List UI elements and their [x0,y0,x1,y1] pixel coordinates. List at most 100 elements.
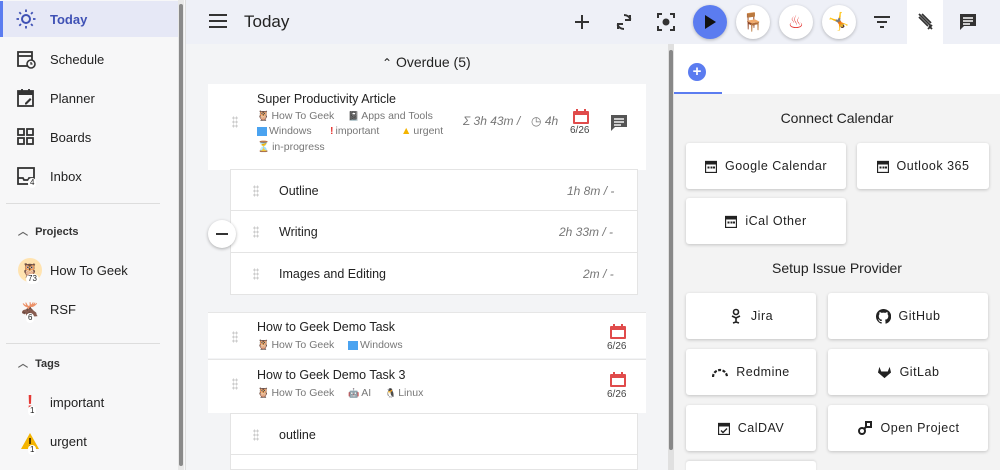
open-project-button[interactable]: Open Project [828,405,988,451]
sidebar-item-inbox[interactable]: 4 Inbox [0,158,178,194]
task-title[interactable]: How to Geek Demo Task 3 [257,368,405,382]
tag-chip[interactable]: ! important [330,125,379,137]
time-estimate[interactable]: ◷ 4h [531,114,558,128]
play-button[interactable] [693,5,727,39]
tag-chip[interactable]: 🦉 How To Geek [257,387,334,399]
overdue-toggle[interactable]: ⌃ Overdue (5) [382,54,471,70]
subtask-title[interactable]: Images and Editing [279,267,386,281]
tab-add-provider[interactable]: + [674,44,722,94]
subtask-time[interactable]: 2m / - [583,267,614,281]
exercise-button[interactable]: 🤸 [822,5,856,39]
scrollbar-thumb[interactable] [179,4,183,466]
drag-handle[interactable] [253,429,259,441]
issue-panel-button[interactable] [907,0,943,44]
button-label: iCal Other [745,214,807,228]
inbox-badge: 4 [28,178,37,188]
subtask-row[interactable]: outline [230,413,638,455]
time-spent[interactable]: Σ 3h 43m / [463,114,520,128]
break-chair-button[interactable]: 🪑 [736,5,770,39]
divider [6,203,160,204]
outlook-365-button[interactable]: Outlook 365 [857,143,989,189]
sync-button[interactable] [608,6,640,38]
task-card[interactable]: How to Geek Demo Task 3 🦉 How To Geek 🤖 AI… [208,359,646,413]
subtask-title[interactable]: Writing [279,225,318,239]
subtask-time[interactable]: 2h 33m / - [559,225,613,239]
add-task-button[interactable] [566,6,598,38]
calendar-due-icon[interactable] [609,324,627,340]
google-calendar-button[interactable]: Google Calendar [686,143,846,189]
notes-button[interactable] [952,6,984,38]
chair-icon: 🪑 [741,11,765,32]
github-button[interactable]: GitHub [828,293,988,339]
task-card[interactable]: How to Geek Demo Task 🦉 How To Geek Windo… [208,312,646,358]
drag-handle[interactable] [253,226,259,238]
sidebar-item-project-how-to-geek[interactable]: 🦉 73 How To Geek [0,252,178,288]
sidebar-item-tag-important[interactable]: ! 1 important [0,384,178,420]
tag-chip[interactable]: Windows [348,339,403,351]
hot-spring-button[interactable]: ♨ [779,5,813,39]
task-title[interactable]: Super Productivity Article [257,92,396,106]
sidebar-item-project-rsf[interactable]: 🫎 6 RSF [0,291,178,327]
projects-section-toggle[interactable]: ︿ Projects [18,223,78,238]
subtask-row[interactable]: Writing 2h 33m / - [230,211,638,253]
boards-icon [17,128,34,145]
subtask-row[interactable]: Outline 1h 8m / - [230,169,638,211]
chevron-up-icon: ︿ [18,227,28,238]
tag-chip[interactable]: 🦉 How To Geek [257,339,334,351]
subtask-title[interactable]: outline [279,428,316,442]
menu-icon[interactable] [208,12,228,30]
project-label: RSF [50,302,76,317]
more-provider-button[interactable] [686,461,816,470]
connect-calendar-heading: Connect Calendar [780,110,894,126]
planner-icon [17,89,34,107]
tag-label: urgent [50,434,87,449]
filter-button[interactable] [866,6,898,38]
collapse-subtasks-button[interactable] [208,220,236,248]
sidebar-item-today[interactable]: Today [0,1,178,37]
focus-icon [657,13,675,31]
task-title[interactable]: How to Geek Demo Task [257,320,395,334]
sidebar-item-label: Inbox [50,169,82,184]
tag-chip[interactable]: ▲ urgent [401,125,443,137]
drag-handle[interactable] [232,116,238,128]
tag-chip[interactable]: Windows [257,125,312,137]
sidebar-item-schedule[interactable]: Schedule [0,41,178,77]
button-label: Redmine [736,365,790,379]
ical-other-button[interactable]: iCal Other [686,198,846,244]
sidebar-item-boards[interactable]: Boards [0,119,178,155]
scrollbar-thumb[interactable] [669,50,673,450]
subtask-time-value: 2h 33m [559,225,600,239]
drag-handle[interactable] [253,268,259,280]
notes-icon[interactable] [610,114,628,132]
sidebar-scrollbar[interactable] [178,0,184,470]
subtask-row[interactable]: Images and Editing 2m / - [230,253,638,295]
tag-chip[interactable]: ⏳ in-progress [257,140,325,154]
caldav-button[interactable]: CalDAV [686,405,816,451]
tag-chip[interactable]: 🤖 AI [348,387,371,399]
tag-label: important [50,395,105,410]
sidebar-item-tag-urgent[interactable]: 1 urgent [0,423,178,459]
gitlab-button[interactable]: GitLab [828,349,988,395]
tag-chip[interactable]: 🐧 Linux [385,387,423,399]
drag-handle[interactable] [253,185,259,197]
plus-icon [575,15,589,29]
calendar-due-icon[interactable] [609,372,627,388]
time-estimate-value: 4h [544,114,559,128]
task-card[interactable]: Super Productivity Article 🦉 How To Geek … [208,84,646,170]
subtask-title[interactable]: Outline [279,184,319,198]
calendar-due-icon[interactable] [572,109,590,125]
sidebar-item-planner[interactable]: Planner [0,80,178,116]
redmine-button[interactable]: Redmine [686,349,816,395]
tag-chip[interactable]: 📓 Apps and Tools [348,110,433,122]
drag-handle[interactable] [232,378,238,390]
owl-icon: 🦉 [257,387,270,399]
subtask-row[interactable] [230,455,638,470]
focus-mode-button[interactable] [650,6,682,38]
jira-button[interactable]: Jira [686,293,816,339]
drag-handle[interactable] [232,331,238,343]
sun-icon [16,9,36,29]
schedule-icon [17,51,36,69]
tags-section-toggle[interactable]: ︿ Tags [18,355,60,370]
subtask-time[interactable]: 1h 8m / - [567,184,614,198]
tag-chip[interactable]: 🦉 How To Geek [257,110,334,122]
